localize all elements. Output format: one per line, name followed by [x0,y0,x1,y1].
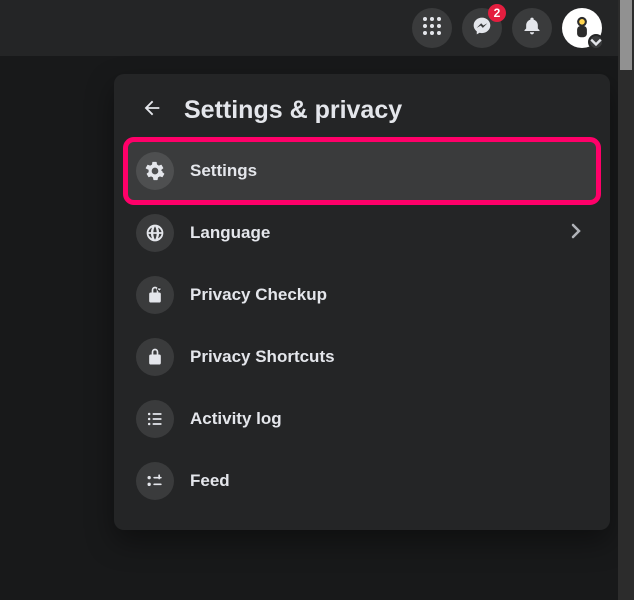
menu-grid-button[interactable] [412,8,452,48]
messenger-icon [472,16,492,41]
chevron-right-icon [564,219,588,248]
scrollbar[interactable] [618,0,634,600]
notification-badge: 2 [488,4,506,22]
menu-item-label: Activity log [190,409,588,429]
dropdown-title: Settings & privacy [184,96,402,125]
messenger-button[interactable]: 2 [462,8,502,48]
lock-icon [136,338,174,376]
menu-item-label: Settings [190,161,588,181]
bell-icon [522,16,542,41]
back-button[interactable] [134,92,170,128]
menu-item-label: Feed [190,471,588,491]
account-avatar[interactable] [562,8,602,48]
grid-icon [422,16,442,41]
menu-item-label: Privacy Checkup [190,285,588,305]
lock-heart-icon [136,276,174,314]
settings-privacy-dropdown: Settings & privacy Settings Language Pri… [114,74,610,530]
chevron-down-icon [588,34,604,50]
menu-item-privacy-checkup[interactable]: Privacy Checkup [126,264,598,326]
feed-icon [136,462,174,500]
dropdown-header: Settings & privacy [126,88,598,140]
notifications-button[interactable] [512,8,552,48]
menu-item-settings[interactable]: Settings [126,140,598,202]
globe-icon [136,214,174,252]
menu-item-language[interactable]: Language [126,202,598,264]
menu-item-label: Privacy Shortcuts [190,347,588,367]
menu-item-privacy-shortcuts[interactable]: Privacy Shortcuts [126,326,598,388]
menu-item-label: Language [190,223,548,243]
menu-item-feed[interactable]: Feed [126,450,598,512]
scrollbar-thumb[interactable] [620,0,632,70]
top-navigation-bar: 2 [0,0,634,56]
list-icon [136,400,174,438]
gear-icon [136,152,174,190]
arrow-left-icon [141,97,163,124]
menu-item-activity-log[interactable]: Activity log [126,388,598,450]
